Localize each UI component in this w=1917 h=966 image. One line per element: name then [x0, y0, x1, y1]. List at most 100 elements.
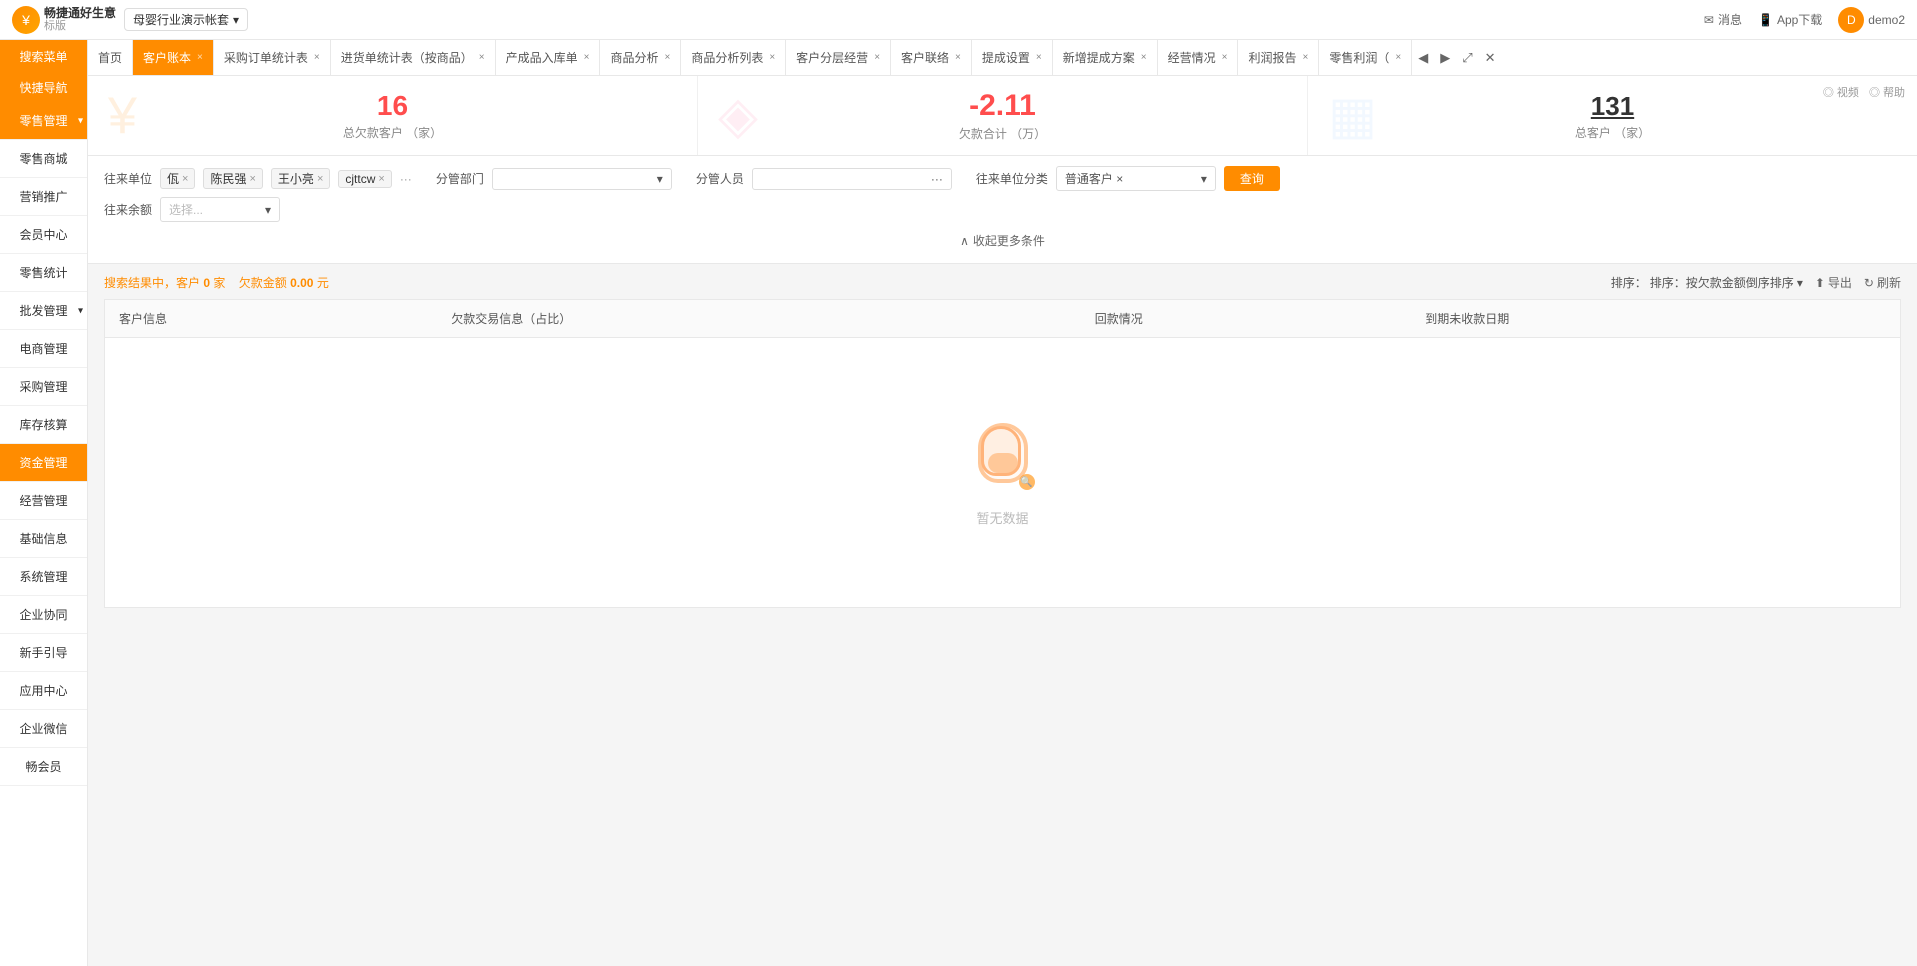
sidebar-item-appcenter[interactable]: 应用中心: [0, 672, 87, 710]
filter-row-2: 往来余额 选择... ▾: [104, 197, 1901, 222]
tab-nav-next[interactable]: ▶: [1434, 40, 1456, 75]
tab-maximize[interactable]: ⤢: [1456, 40, 1478, 75]
tab-close-all[interactable]: ✕: [1479, 40, 1502, 75]
tab-product-inbound[interactable]: 产成品入库单 ×: [496, 40, 601, 75]
sidebar-item-purchase[interactable]: 采购管理: [0, 368, 87, 406]
query-button[interactable]: 查询: [1224, 166, 1280, 191]
filter-collapse-btn[interactable]: ∧ 收起更多条件: [104, 228, 1901, 253]
empty-text: 暂无数据: [976, 508, 1028, 527]
filter-person-select[interactable]: ···: [752, 168, 952, 190]
tab-goods-analysis[interactable]: 商品分析 ×: [600, 40, 681, 75]
sidebar-item-marketing[interactable]: 营销推广: [0, 178, 87, 216]
tab-purchase-order-stats[interactable]: 采购订单统计表 ×: [214, 40, 331, 75]
sidebar-item-inventory[interactable]: 库存核算: [0, 406, 87, 444]
tab-customer-contact[interactable]: 客户联络 ×: [891, 40, 972, 75]
tab-bar: 首页 客户账本 × 采购订单统计表 × 进货单统计表（按商品） × 产成品入库单…: [88, 40, 1917, 76]
tab-customer-ledger[interactable]: 客户账本 ×: [133, 40, 214, 75]
chevron-down-icon: ▾: [265, 203, 271, 217]
tab-commission-settings[interactable]: 提成设置 ×: [972, 40, 1053, 75]
filter-balance-select[interactable]: 选择... ▾: [160, 197, 280, 222]
stat-debt-customers: ¥ 16 总欠款客户 （家）: [88, 76, 698, 155]
tab-add-commission[interactable]: 新增提成方案 ×: [1053, 40, 1158, 75]
sidebar-item-member[interactable]: 会员中心: [0, 216, 87, 254]
sidebar-item-finance[interactable]: 资金管理: [0, 444, 87, 482]
filter-tag-3: 王小亮 ×: [271, 168, 330, 189]
message-icon: ✉: [1704, 13, 1714, 27]
export-btn[interactable]: ⬆ 导出: [1815, 274, 1852, 291]
sidebar-item-retail-mall[interactable]: 零售商城: [0, 140, 87, 178]
tab-business-status[interactable]: 经营情况 ×: [1158, 40, 1239, 75]
stat-total-customers-number: 131: [1591, 91, 1634, 122]
sidebar-nav[interactable]: 快捷导航: [0, 73, 87, 102]
refresh-icon: ↻: [1864, 276, 1874, 290]
tab-close-icon[interactable]: ×: [955, 52, 961, 63]
filter-person-label: 分管人员: [696, 170, 744, 187]
help-links: ◎ 视频 ◎ 帮助: [1823, 84, 1905, 100]
tab-customer-layer[interactable]: 客户分层经营 ×: [786, 40, 891, 75]
stats-bar: ¥ 16 总欠款客户 （家） ◈ -2.11 欠款合计 （万）: [88, 76, 1917, 156]
sidebar-search[interactable]: 搜索菜单: [0, 40, 87, 73]
tab-close-icon[interactable]: ×: [197, 52, 203, 63]
export-icon: ⬆: [1815, 276, 1825, 290]
sort-select[interactable]: 排序： 排序：按欠款金额倒序排序 ▾: [1611, 274, 1803, 291]
chevron-down-icon: ▾: [1201, 172, 1207, 186]
logo-area: ¥ 畅捷通好生意 标版: [12, 6, 116, 34]
tab-close-icon[interactable]: ×: [1222, 52, 1228, 63]
tab-retail-profit[interactable]: 零售利润（ ×: [1319, 40, 1412, 75]
tab-close-icon[interactable]: ×: [769, 52, 775, 63]
table-area: 搜索结果中，客户 0 家 欠款金额 0.00 元 排序： 排序：按欠款金额倒序排…: [88, 264, 1917, 618]
tab-close-icon[interactable]: ×: [584, 52, 590, 63]
filter-more-btn[interactable]: ···: [400, 172, 412, 186]
sidebar-item-wholesale[interactable]: 批发管理 ▾: [0, 292, 87, 330]
tab-close-icon[interactable]: ×: [1141, 52, 1147, 63]
sidebar-item-retail-stats[interactable]: 零售统计: [0, 254, 87, 292]
table-header-row: 客户信息 欠款交易信息（占比） 回款情况 到期未收款日期: [105, 300, 1901, 338]
tab-close-icon[interactable]: ×: [874, 52, 880, 63]
logo-text: 畅捷通好生意 标版: [44, 6, 116, 34]
video-link[interactable]: ◎ 视频: [1823, 84, 1859, 100]
stat-debt-amount-number: -2.11: [969, 89, 1036, 123]
chevron-icon: ▾: [78, 115, 83, 126]
filter-tag-close-2[interactable]: ×: [249, 173, 255, 185]
messages-btn[interactable]: ✉ 消息: [1704, 11, 1742, 28]
sidebar-item-ecommerce[interactable]: 电商管理: [0, 330, 87, 368]
tab-close-icon[interactable]: ×: [1036, 52, 1042, 63]
filter-tag-close-1[interactable]: ×: [182, 173, 188, 185]
empty-row: 🔍 暂无数据: [105, 338, 1901, 608]
user-menu[interactable]: D demo2: [1838, 7, 1905, 33]
filter-row-1: 往来单位 佤 × 陈民强 × 王小亮 × cjttcw: [104, 166, 1901, 191]
refresh-btn[interactable]: ↻ 刷新: [1864, 274, 1901, 291]
app-download-btn[interactable]: 📱 App下载: [1758, 11, 1822, 28]
chevron-icon: ▾: [78, 305, 83, 316]
filter-balance-label: 往来余额: [104, 201, 152, 218]
tab-goods-stats[interactable]: 进货单统计表（按商品） ×: [331, 40, 496, 75]
filter-tag-close-3[interactable]: ×: [317, 173, 323, 185]
tab-close-icon[interactable]: ×: [664, 52, 670, 63]
help-link[interactable]: ◎ 帮助: [1869, 84, 1905, 100]
page-content: ¥ 16 总欠款客户 （家） ◈ -2.11 欠款合计 （万）: [88, 76, 1917, 966]
sidebar-item-enterprise[interactable]: 企业协同: [0, 596, 87, 634]
tab-close-icon[interactable]: ×: [479, 52, 485, 63]
tab-close-icon[interactable]: ×: [1302, 52, 1308, 63]
tab-goods-analysis-list[interactable]: 商品分析列表 ×: [681, 40, 786, 75]
tab-close-icon[interactable]: ×: [314, 52, 320, 63]
ellipsis-icon: ···: [931, 172, 943, 186]
sidebar-item-retail-mgmt[interactable]: 零售管理 ▾: [0, 102, 87, 140]
tab-profit-report[interactable]: 利润报告 ×: [1238, 40, 1319, 75]
col-overdue: 到期未收款日期: [1411, 300, 1900, 338]
filter-dept-select[interactable]: ▾: [492, 168, 672, 190]
filter-tag-1: 佤 ×: [160, 168, 195, 189]
sidebar-item-vip[interactable]: 畅会员: [0, 748, 87, 786]
tab-close-icon[interactable]: ×: [1395, 52, 1401, 63]
tab-nav-prev[interactable]: ◀: [1412, 40, 1434, 75]
account-selector[interactable]: 母婴行业演示帐套 ▾: [124, 8, 248, 31]
sidebar-item-wecom[interactable]: 企业微信: [0, 710, 87, 748]
chevron-down-icon: ▾: [233, 13, 239, 27]
sidebar-item-operation[interactable]: 经营管理: [0, 482, 87, 520]
filter-category-select[interactable]: 普通客户 × ▾: [1056, 166, 1216, 191]
sidebar-item-system[interactable]: 系统管理: [0, 558, 87, 596]
tab-home[interactable]: 首页: [88, 40, 133, 75]
sidebar-item-newbie[interactable]: 新手引导: [0, 634, 87, 672]
sidebar-item-basic[interactable]: 基础信息: [0, 520, 87, 558]
filter-tag-close-4[interactable]: ×: [378, 173, 384, 185]
